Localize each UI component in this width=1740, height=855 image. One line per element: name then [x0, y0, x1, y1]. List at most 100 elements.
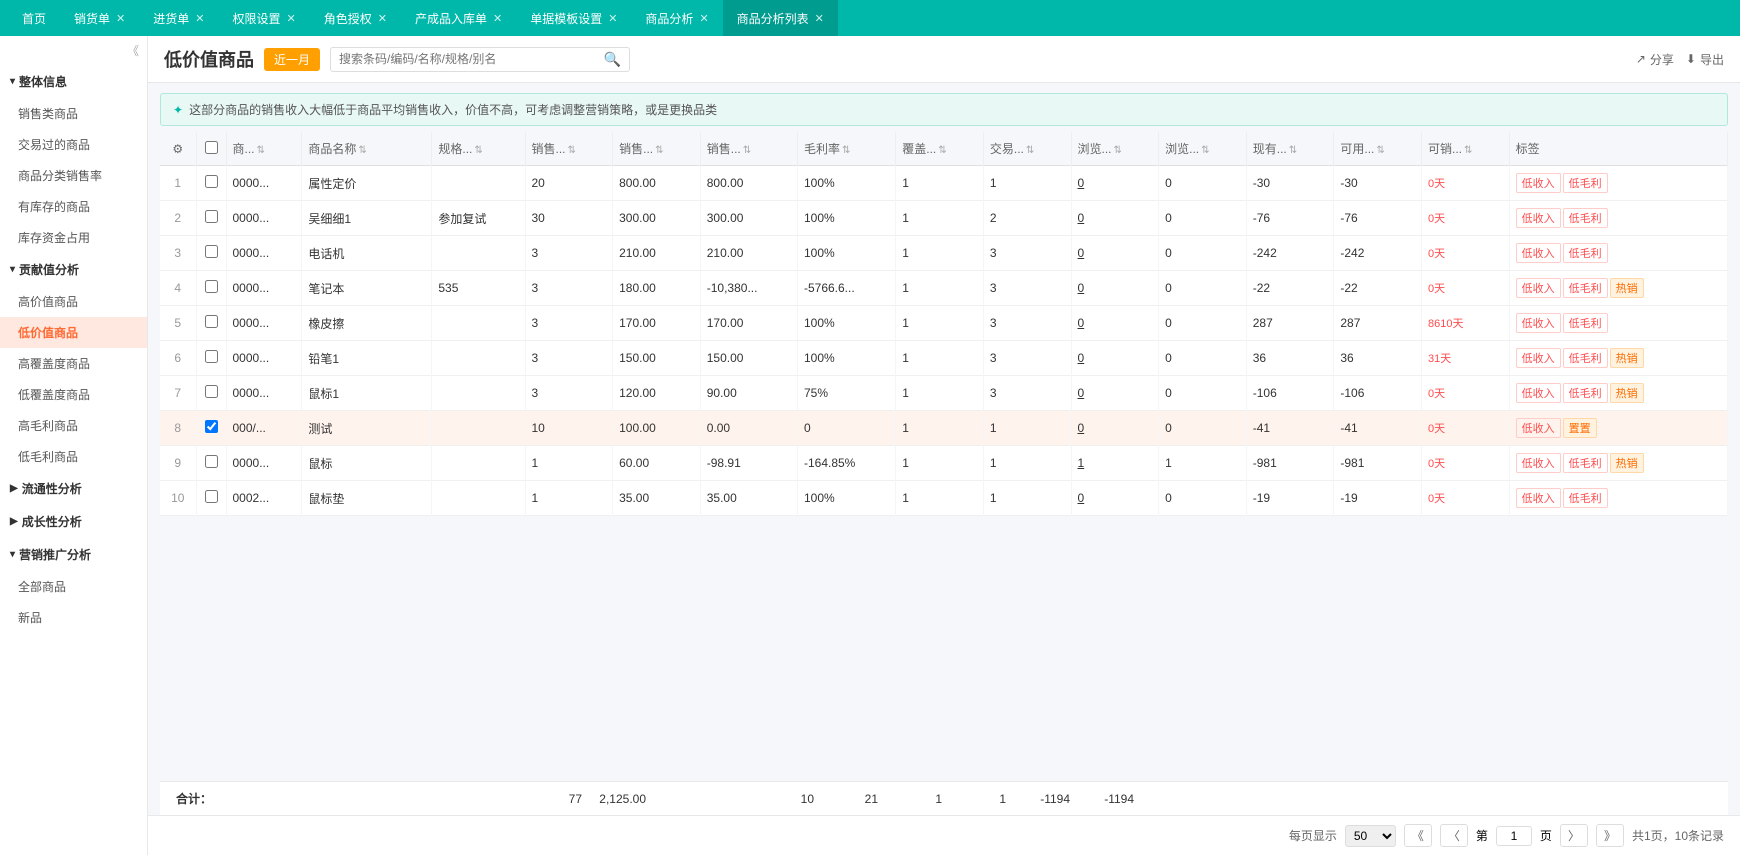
th-gross-margin[interactable]: 毛利率⇅: [797, 132, 895, 166]
page-first-btn[interactable]: 《: [1404, 824, 1432, 847]
row-view1: 1: [1071, 446, 1159, 481]
th-transaction[interactable]: 交易...⇅: [983, 132, 1071, 166]
nav-product-analysis[interactable]: 商品分析 ✕: [631, 0, 722, 36]
export-icon: ⬇: [1686, 52, 1696, 66]
sidebar-item-stock-fund[interactable]: 库存资金占用: [0, 222, 147, 253]
sidebar-item-low-coverage[interactable]: 低覆盖度商品: [0, 379, 147, 410]
sidebar-item-category-rate[interactable]: 商品分类销售率: [0, 160, 147, 191]
view-link[interactable]: 0: [1078, 176, 1085, 190]
search-icon[interactable]: 🔍: [604, 51, 621, 68]
nav-product-analysis-list[interactable]: 商品分析列表 ✕: [723, 0, 838, 36]
nav-purchase[interactable]: 进货单 ✕: [139, 0, 218, 36]
nav-permission[interactable]: 权限设置 ✕: [218, 0, 309, 36]
th-sale-price[interactable]: 销售...⇅: [613, 132, 701, 166]
export-button[interactable]: ⬇ 导出: [1686, 51, 1724, 68]
sidebar-item-all-goods[interactable]: 全部商品: [0, 571, 147, 602]
row-checkbox[interactable]: [205, 280, 218, 293]
nav-template[interactable]: 单据模板设置 ✕: [516, 0, 631, 36]
row-name: 电话机: [302, 236, 432, 271]
sidebar-group-liquidity[interactable]: ▶ 流通性分析: [0, 472, 147, 505]
view-link[interactable]: 0: [1078, 491, 1085, 505]
filter-button[interactable]: 近一月: [264, 48, 320, 71]
sidebar-item-high-value[interactable]: 高价值商品: [0, 286, 147, 317]
select-all-checkbox[interactable]: [205, 141, 218, 154]
th-view2[interactable]: 浏览...⇅: [1159, 132, 1247, 166]
sidebar-item-sales-goods[interactable]: 销售类商品: [0, 98, 147, 129]
page-last-btn[interactable]: 》: [1596, 824, 1624, 847]
row-gross-margin: 100%: [797, 306, 895, 341]
view-link[interactable]: 0: [1078, 281, 1085, 295]
row-checkbox[interactable]: [205, 455, 218, 468]
th-coverage[interactable]: 覆盖...⇅: [896, 132, 984, 166]
view-link[interactable]: 0: [1078, 246, 1085, 260]
view-link[interactable]: 0: [1078, 316, 1085, 330]
row-checkbox[interactable]: [205, 245, 218, 258]
row-checkbox[interactable]: [205, 315, 218, 328]
th-name[interactable]: 商品名称⇅: [302, 132, 432, 166]
nav-close-permission[interactable]: ✕: [287, 12, 296, 25]
row-gross-margin: 100%: [797, 481, 895, 516]
view-link[interactable]: 1: [1078, 456, 1085, 470]
th-saleable[interactable]: 可销...⇅: [1422, 132, 1510, 166]
page-prev-btn[interactable]: 〈: [1440, 824, 1468, 847]
sidebar-item-traded-goods[interactable]: 交易过的商品: [0, 129, 147, 160]
nav-close-sales[interactable]: ✕: [116, 12, 125, 25]
search-input[interactable]: [339, 52, 604, 66]
row-checkbox[interactable]: [205, 385, 218, 398]
table-row: 7 0000... 鼠标1 3 120.00 90.00 75% 1 3 0 0…: [160, 376, 1728, 411]
row-gross-margin: 100%: [797, 201, 895, 236]
th-available-stock[interactable]: 可用...⇅: [1334, 132, 1422, 166]
nav-home[interactable]: 首页: [8, 0, 60, 36]
sidebar-item-stock-goods[interactable]: 有库存的商品: [0, 191, 147, 222]
sidebar-item-high-coverage[interactable]: 高覆盖度商品: [0, 348, 147, 379]
sidebar-group-overall[interactable]: ▾ 整体信息: [0, 65, 147, 98]
th-spec[interactable]: 规格...⇅: [432, 132, 525, 166]
row-checkbox[interactable]: [205, 210, 218, 223]
table-container[interactable]: ⚙ 商...⇅ 商品名称⇅ 规格...⇅ 销售...⇅ 销售...⇅ 销售...…: [160, 132, 1728, 781]
sidebar-group-contribution[interactable]: ▾ 贡献值分析: [0, 253, 147, 286]
sidebar-item-new-goods[interactable]: 新品: [0, 602, 147, 633]
row-tags: 低收入低毛利: [1509, 236, 1727, 271]
sidebar-item-low-margin[interactable]: 低毛利商品: [0, 441, 147, 472]
th-code[interactable]: 商...⇅: [226, 132, 302, 166]
row-checkbox[interactable]: [205, 420, 218, 433]
sidebar-item-low-value[interactable]: 低价值商品: [0, 317, 147, 348]
nav-close-template[interactable]: ✕: [608, 12, 617, 25]
view-link[interactable]: 0: [1078, 351, 1085, 365]
search-box: 🔍: [330, 47, 630, 72]
row-checkbox[interactable]: [205, 490, 218, 503]
nav-close-role[interactable]: ✕: [378, 12, 387, 25]
page-next-btn[interactable]: 〉: [1560, 824, 1588, 847]
row-current-stock: -22: [1246, 271, 1334, 306]
th-sale-amount[interactable]: 销售...⇅: [700, 132, 797, 166]
nav-close-product-storage[interactable]: ✕: [493, 12, 502, 25]
page-size-select[interactable]: 50 100: [1345, 825, 1396, 847]
view-link[interactable]: 0: [1078, 421, 1085, 435]
nav-product-storage[interactable]: 产成品入库单 ✕: [401, 0, 516, 36]
sidebar-group-marketing[interactable]: ▾ 营销推广分析: [0, 538, 147, 571]
row-transaction: 1: [983, 481, 1071, 516]
row-days: 0天: [1422, 376, 1510, 411]
nav-role[interactable]: 角色授权 ✕: [310, 0, 401, 36]
sidebar-group-growth[interactable]: ▶ 成长性分析: [0, 505, 147, 538]
th-sale-qty[interactable]: 销售...⇅: [525, 132, 613, 166]
view-link[interactable]: 0: [1078, 211, 1085, 225]
row-checkbox[interactable]: [205, 350, 218, 363]
row-checkbox[interactable]: [205, 175, 218, 188]
nav-close-product-analysis[interactable]: ✕: [699, 12, 708, 25]
nav-close-product-analysis-list[interactable]: ✕: [815, 12, 824, 25]
nav-sales-order[interactable]: 销货单 ✕: [60, 0, 139, 36]
th-settings[interactable]: ⚙: [160, 132, 196, 166]
th-current-stock[interactable]: 现有...⇅: [1246, 132, 1334, 166]
sidebar-item-high-margin[interactable]: 高毛利商品: [0, 410, 147, 441]
th-view1[interactable]: 浏览...⇅: [1071, 132, 1159, 166]
row-view1: 0: [1071, 236, 1159, 271]
view-link[interactable]: 0: [1078, 386, 1085, 400]
sidebar-collapse-btn[interactable]: 《: [0, 36, 147, 65]
nav-close-purchase[interactable]: ✕: [195, 12, 204, 25]
share-button[interactable]: ↗ 分享: [1636, 51, 1674, 68]
row-gross-margin: -164.85%: [797, 446, 895, 481]
row-tags: 低收入低毛利: [1509, 166, 1727, 201]
row-code: 0000...: [226, 376, 302, 411]
page-input[interactable]: [1496, 826, 1532, 846]
